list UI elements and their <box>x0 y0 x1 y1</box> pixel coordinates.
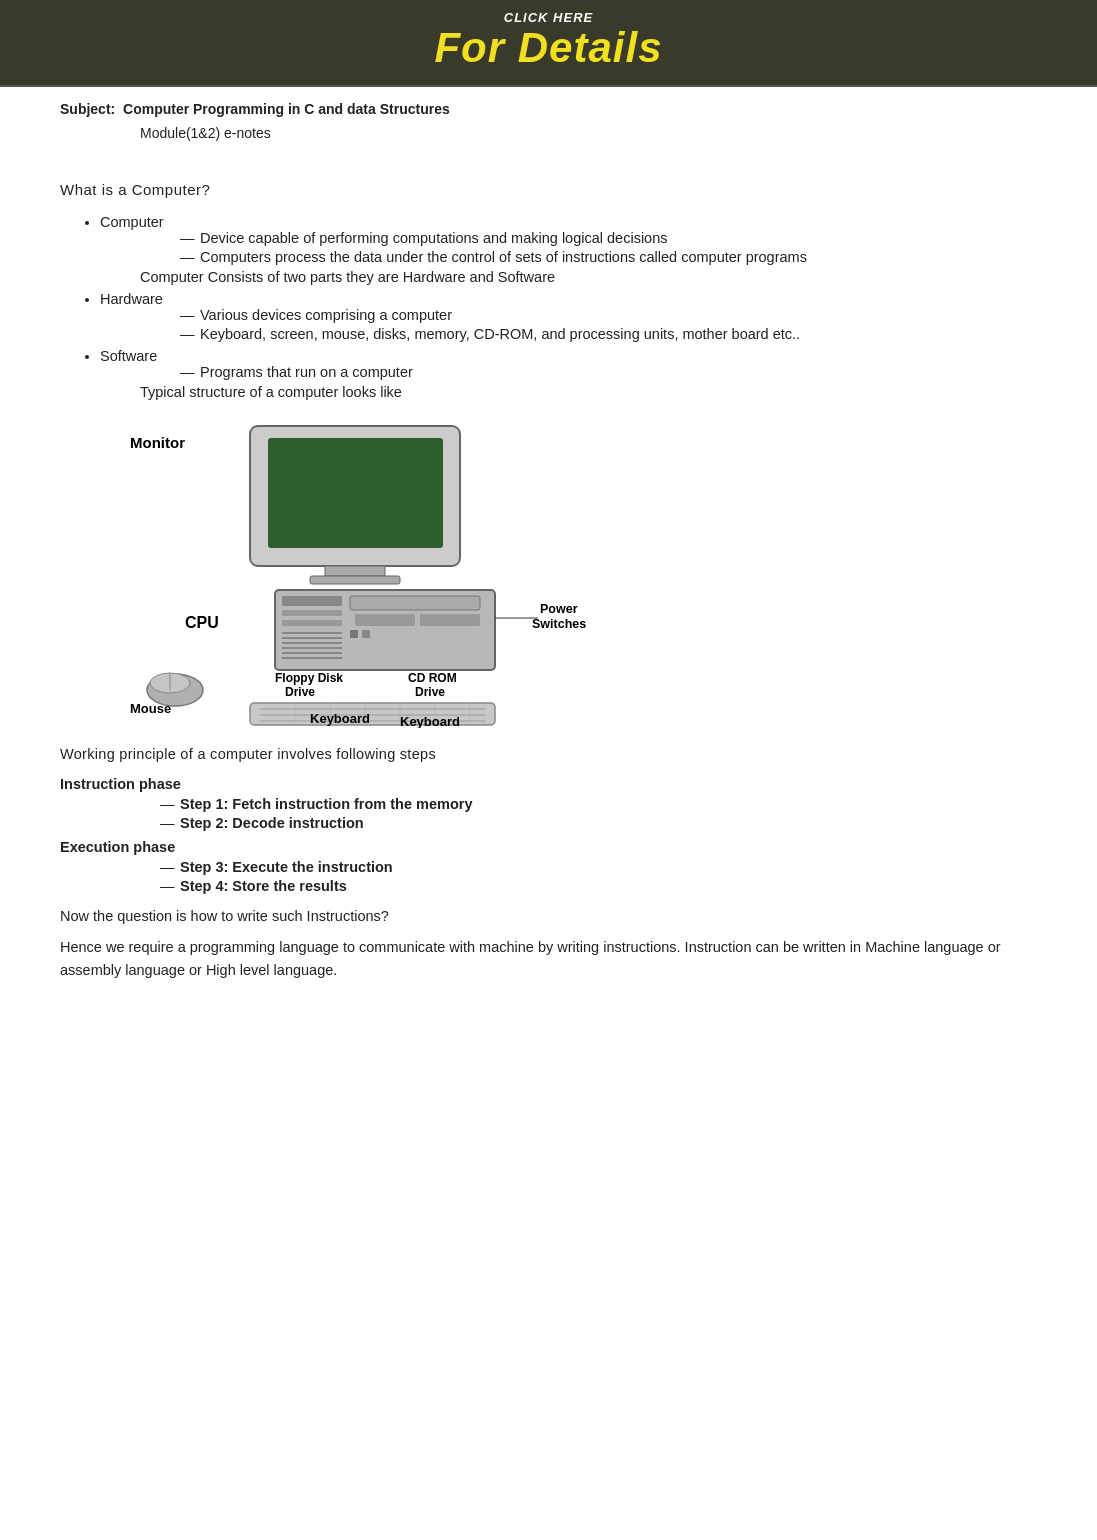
page-header[interactable]: CLICK HERE For Details <box>0 0 1097 85</box>
bullet-software: Software Programs that run on a computer… <box>100 348 1037 400</box>
svg-text:CD ROM: CD ROM <box>408 671 457 685</box>
main-bullet-list: Computer Device capable of performing co… <box>100 214 1037 400</box>
subject-label: Subject: <box>60 101 115 117</box>
subject-line: Subject: Computer Programming in C and d… <box>60 101 1037 117</box>
bullet-computer-label: Computer <box>100 214 164 230</box>
bullet-software-label: Software <box>100 348 157 364</box>
dash-various: Various devices comprising a computer <box>180 307 1037 323</box>
svg-rect-1 <box>268 438 443 548</box>
svg-text:Floppy Disk: Floppy Disk <box>275 671 343 685</box>
svg-text:Mouse: Mouse <box>130 701 171 716</box>
software-dash-list: Programs that run on a computer <box>180 364 1037 380</box>
conclusion-text: Hence we require a programming language … <box>60 936 1037 982</box>
hardware-dash-list: Various devices comprising a computer Ke… <box>180 307 1037 342</box>
svg-rect-2 <box>325 566 385 576</box>
execution-phase-heading: Execution phase <box>60 839 1037 855</box>
step-3: Step 3: Execute the instruction <box>160 859 1037 875</box>
bullet-hardware-label: Hardware <box>100 291 163 307</box>
step-4: Step 4: Store the results <box>160 878 1037 894</box>
step-1: Step 1: Fetch instruction from the memor… <box>160 796 1037 812</box>
instruction-steps: Step 1: Fetch instruction from the memor… <box>160 796 1037 831</box>
svg-rect-7 <box>282 620 342 626</box>
svg-text:Keyboard: Keyboard <box>400 714 460 728</box>
svg-rect-6 <box>282 610 342 616</box>
dash-programs-run: Programs that run on a computer <box>180 364 1037 380</box>
question-heading: What is a Computer? <box>60 181 1037 198</box>
svg-text:Switches: Switches <box>532 617 586 631</box>
svg-rect-11 <box>350 630 358 638</box>
diagram-svg: Monitor <box>120 418 680 728</box>
dash-keyboard: Keyboard, screen, mouse, disks, memory, … <box>180 326 1037 342</box>
svg-text:Keyboard: Keyboard <box>310 711 370 726</box>
instruction-phase-heading: Instruction phase <box>60 776 1037 792</box>
for-details-title: For Details <box>0 25 1097 71</box>
subject-value: Computer Programming in C and data Struc… <box>123 101 450 117</box>
monitor-label: Monitor <box>130 434 185 451</box>
svg-rect-10 <box>420 614 480 626</box>
typical-structure-note: Typical structure of a computer looks li… <box>140 384 1037 400</box>
working-principle-heading: Working principle of a computer involves… <box>60 746 1037 762</box>
note-text: Now the question is how to write such In… <box>60 908 1037 924</box>
computer-note: Computer Consists of two parts they are … <box>140 269 1037 285</box>
execution-steps: Step 3: Execute the instruction Step 4: … <box>160 859 1037 894</box>
dash-computations: Device capable of performing computation… <box>180 230 1037 246</box>
svg-text:Drive: Drive <box>285 685 315 699</box>
computer-dash-list: Device capable of performing computation… <box>180 230 1037 265</box>
svg-text:CPU: CPU <box>185 614 219 631</box>
svg-rect-9 <box>355 614 415 626</box>
svg-rect-12 <box>362 630 370 638</box>
svg-text:Power: Power <box>540 602 578 616</box>
svg-rect-3 <box>310 576 400 584</box>
svg-rect-8 <box>350 596 480 610</box>
main-content: Subject: Computer Programming in C and d… <box>0 87 1097 1022</box>
svg-text:Drive: Drive <box>415 685 445 699</box>
bullet-computer: Computer Device capable of performing co… <box>100 214 1037 285</box>
module-line: Module(1&2) e-notes <box>140 125 1037 141</box>
click-here-text: CLICK HERE <box>0 10 1097 25</box>
step-2: Step 2: Decode instruction <box>160 815 1037 831</box>
bullet-hardware: Hardware Various devices comprising a co… <box>100 291 1037 342</box>
dash-programs: Computers process the data under the con… <box>180 249 1037 265</box>
computer-diagram: Monitor <box>120 418 680 728</box>
svg-rect-5 <box>282 596 342 606</box>
